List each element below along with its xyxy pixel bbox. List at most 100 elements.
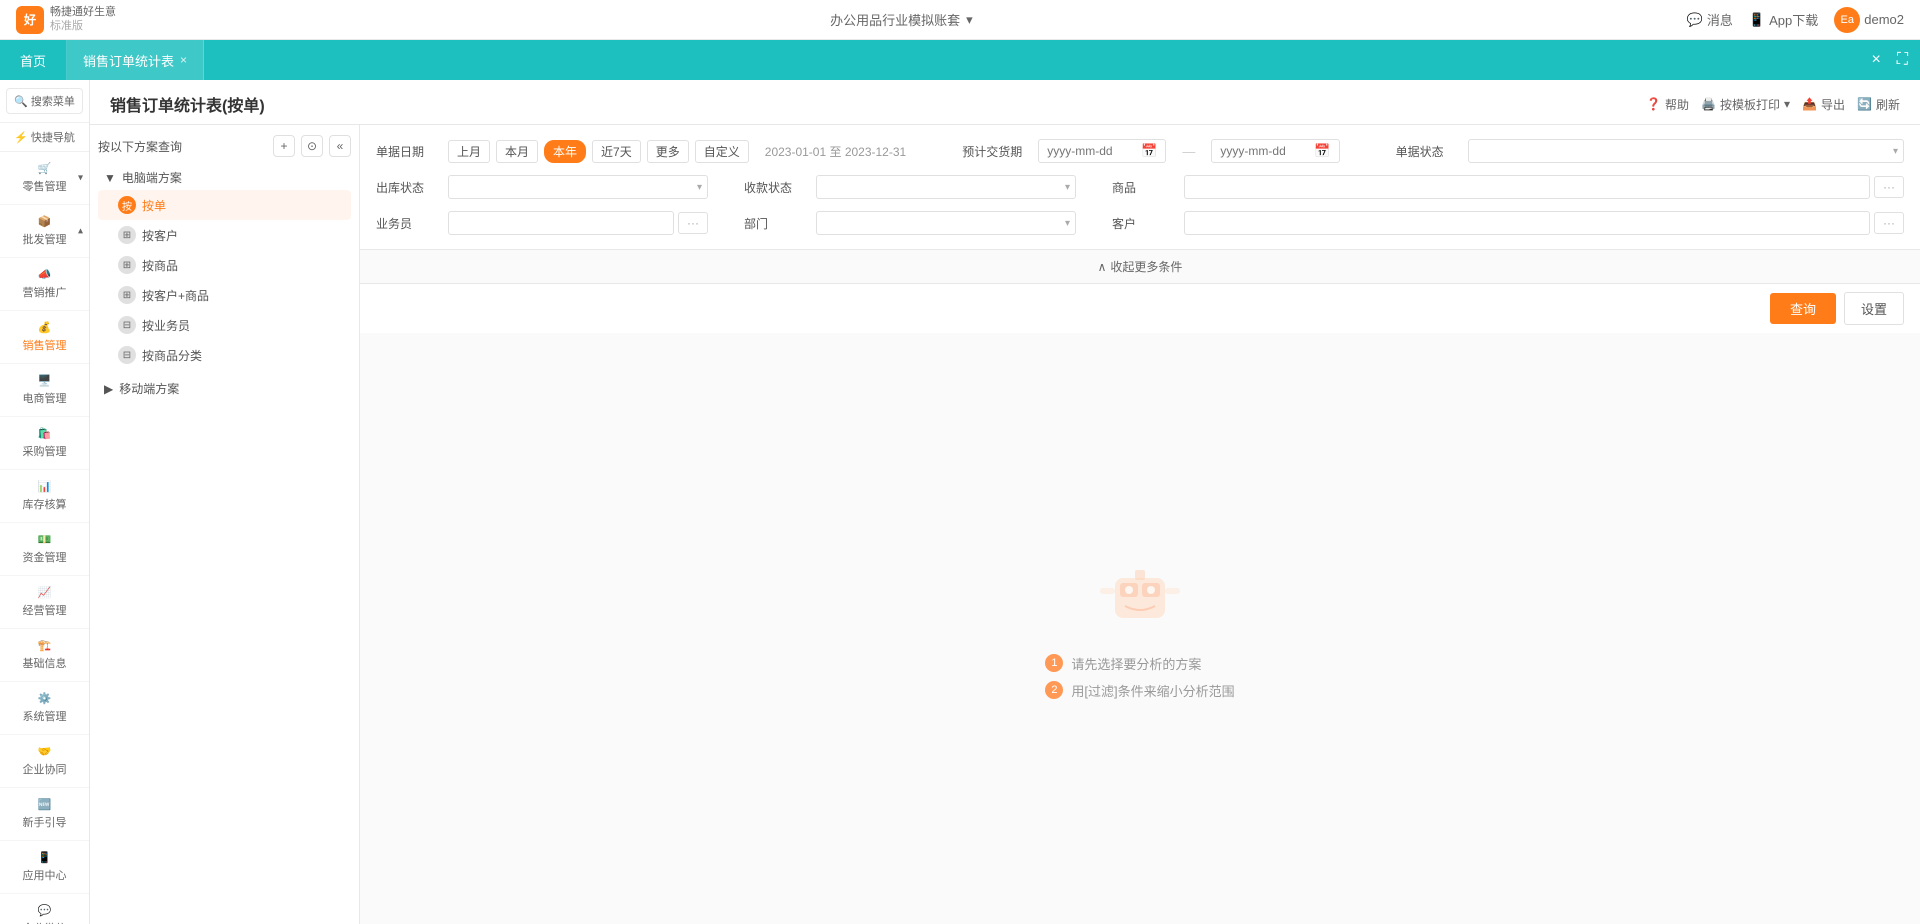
customer-label: 客户	[1112, 215, 1168, 232]
scheme-item-按商品[interactable]: ⊞ 按商品	[98, 250, 351, 280]
tab-maximize-btn[interactable]: ⛶	[1893, 47, 1912, 73]
goods-filter-area: ···	[1184, 175, 1904, 199]
date-btn-lastmonth[interactable]: 上月	[448, 140, 490, 163]
sidebar-item-purchase[interactable]: 🛍️ 采购管理	[0, 417, 89, 470]
scheme-label-按商品分类: 按商品分类	[142, 347, 202, 364]
scheme-label-按客户商品: 按客户+商品	[142, 287, 209, 304]
sidebar-item-newuser[interactable]: 🆕 新手引导	[0, 788, 89, 841]
message-btn[interactable]: 💬 消息	[1687, 10, 1733, 29]
sidebar-item-wholesale[interactable]: 📦 批发管理 ▴	[0, 205, 89, 258]
date-filter-label: 单据日期	[376, 143, 432, 160]
industry-dropdown-icon[interactable]: ▾	[966, 12, 973, 28]
expected-date-end-input[interactable]	[1220, 144, 1310, 158]
user-profile[interactable]: Ea demo2	[1834, 7, 1904, 33]
customer-input[interactable]	[1184, 211, 1870, 235]
search-menu-btn[interactable]: 🔍 帮助 搜索菜单	[6, 88, 83, 114]
date-btn-7days[interactable]: 近7天	[592, 140, 641, 163]
dept-select[interactable]	[816, 211, 1076, 235]
sidebar-item-basic[interactable]: 🏗️ 基础信息	[0, 629, 89, 682]
salesman-input[interactable]	[448, 211, 674, 235]
goods-ellipsis-btn[interactable]: ···	[1874, 176, 1904, 198]
help-btn[interactable]: ❓ 帮助	[1646, 96, 1689, 113]
export-btn[interactable]: 📤 导出	[1802, 96, 1845, 113]
newuser-icon: 🆕	[38, 798, 52, 811]
expected-date-start[interactable]: 📅	[1038, 139, 1166, 163]
ship-status-select-wrap: ▾	[448, 175, 708, 199]
top-right-actions: 💬 消息 📱 App下载 Ea demo2	[1687, 7, 1904, 33]
collapse-filter-bar[interactable]: ∧ 收起更多条件	[360, 250, 1920, 284]
mobile-section-toggle[interactable]: ▶ 移动端方案	[98, 376, 351, 401]
print-dropdown-icon[interactable]: ▾	[1784, 97, 1790, 111]
empty-state: 1 请先选择要分析的方案 2 用[过滤]条件来缩小分析范围	[360, 333, 1920, 924]
date-btn-thisyear[interactable]: 本年	[544, 140, 586, 163]
sidebar-item-ecommerce[interactable]: 🖥️ 电商管理	[0, 364, 89, 417]
expected-date-end[interactable]: 📅	[1211, 139, 1339, 163]
collect-status-select[interactable]	[816, 175, 1076, 199]
mobile-section-label: 移动端方案	[119, 380, 179, 397]
ship-status-label: 出库状态	[376, 179, 432, 196]
sidebar-item-operations[interactable]: 📈 经营管理	[0, 576, 89, 629]
scheme-icon-按客户商品: ⊞	[118, 286, 136, 304]
scheme-icon-按商品: ⊞	[118, 256, 136, 274]
add-scheme-btn[interactable]: +	[273, 135, 295, 157]
sidebar-item-retail[interactable]: 🛒 零售管理 ▾	[0, 152, 89, 205]
collapse-icon: «	[337, 139, 344, 153]
chevron-down-icon: ▾	[78, 173, 83, 184]
retail-icon: 🛒	[38, 162, 52, 175]
corpwechat-icon: 💬	[38, 904, 52, 917]
tab-minimize-btn[interactable]: ×	[1867, 47, 1884, 73]
date-btn-thismonth[interactable]: 本月	[496, 140, 538, 163]
print-icon: 🖨️	[1701, 97, 1716, 111]
settings-btn[interactable]: 设置	[1844, 292, 1904, 325]
refresh-btn[interactable]: 🔄 刷新	[1857, 96, 1900, 113]
sidebar-item-system[interactable]: ⚙️ 系统管理	[0, 682, 89, 735]
scheme-item-按客户[interactable]: ⊞ 按客户	[98, 220, 351, 250]
collect-status-label: 收款状态	[744, 179, 800, 196]
collapse-label: 收起更多条件	[1110, 258, 1182, 275]
quick-nav-btn[interactable]: ⚡ 快捷导航	[0, 123, 89, 152]
date-btn-more[interactable]: 更多	[647, 140, 689, 163]
query-btn[interactable]: 查询	[1770, 293, 1836, 324]
settings-scheme-btn[interactable]: ⊙	[301, 135, 323, 157]
pc-section-toggle[interactable]: ▼ 电脑端方案	[98, 165, 351, 190]
app-download-btn[interactable]: 📱 App下载	[1749, 10, 1818, 29]
expected-date-start-input[interactable]	[1047, 144, 1137, 158]
purchase-icon: 🛍️	[38, 427, 52, 440]
tab-active[interactable]: 销售订单统计表 ×	[67, 40, 204, 80]
scheme-item-按业务员[interactable]: ⊟ 按业务员	[98, 310, 351, 340]
tip-num-1: 1	[1045, 654, 1063, 672]
industry-select-area[interactable]: 办公用品行业模拟账套 ▾	[830, 10, 973, 29]
customer-ellipsis-btn[interactable]: ···	[1874, 212, 1904, 234]
sidebar-item-finance[interactable]: 💵 资金管理	[0, 523, 89, 576]
sidebar-item-sales[interactable]: 💰 销售管理	[0, 311, 89, 364]
sidebar-item-corpwechat[interactable]: 💬 企业微信	[0, 894, 89, 924]
pc-scheme-section: ▼ 电脑端方案 按 按单 ⊞ 按客户 ⊞	[98, 165, 351, 370]
filter-row-status: 出库状态 ▾ 收款状态 ▾	[376, 175, 1904, 199]
tab-close-btn[interactable]: ×	[180, 53, 187, 67]
app-icon: 📱	[1749, 12, 1765, 28]
tab-home[interactable]: 首页	[0, 40, 67, 80]
sidebar-item-appcenter[interactable]: 📱 应用中心	[0, 841, 89, 894]
sidebar-item-marketing[interactable]: 📣 营销推广	[0, 258, 89, 311]
scheme-item-按商品分类[interactable]: ⊟ 按商品分类	[98, 340, 351, 370]
dept-label: 部门	[744, 215, 800, 232]
left-panel-header: 按以下方案查询 + ⊙ «	[98, 135, 351, 157]
basic-icon: 🏗️	[38, 639, 52, 652]
collapse-panel-btn[interactable]: «	[329, 135, 351, 157]
print-btn[interactable]: 🖨️ 按模板打印 ▾	[1701, 96, 1790, 113]
finance-icon: 💵	[38, 533, 52, 546]
scheme-item-按客户商品[interactable]: ⊞ 按客户+商品	[98, 280, 351, 310]
goods-input[interactable]	[1184, 175, 1870, 199]
date-btn-custom[interactable]: 自定义	[695, 140, 749, 163]
scheme-item-按单[interactable]: 按 按单	[98, 190, 351, 220]
bill-status-select[interactable]	[1468, 139, 1904, 163]
enterprise-icon: 🤝	[38, 745, 52, 758]
sidebar-item-inventory[interactable]: 📊 库存核算	[0, 470, 89, 523]
left-panel-title: 按以下方案查询	[98, 138, 182, 155]
ship-status-select[interactable]	[448, 175, 708, 199]
collapse-up-icon: ∧	[1098, 260, 1107, 274]
ecommerce-icon: 🖥️	[38, 374, 52, 387]
sidebar-item-enterprise[interactable]: 🤝 企业协同	[0, 735, 89, 788]
salesman-ellipsis-btn[interactable]: ···	[678, 212, 708, 234]
salesman-filter-area: ···	[448, 211, 708, 235]
